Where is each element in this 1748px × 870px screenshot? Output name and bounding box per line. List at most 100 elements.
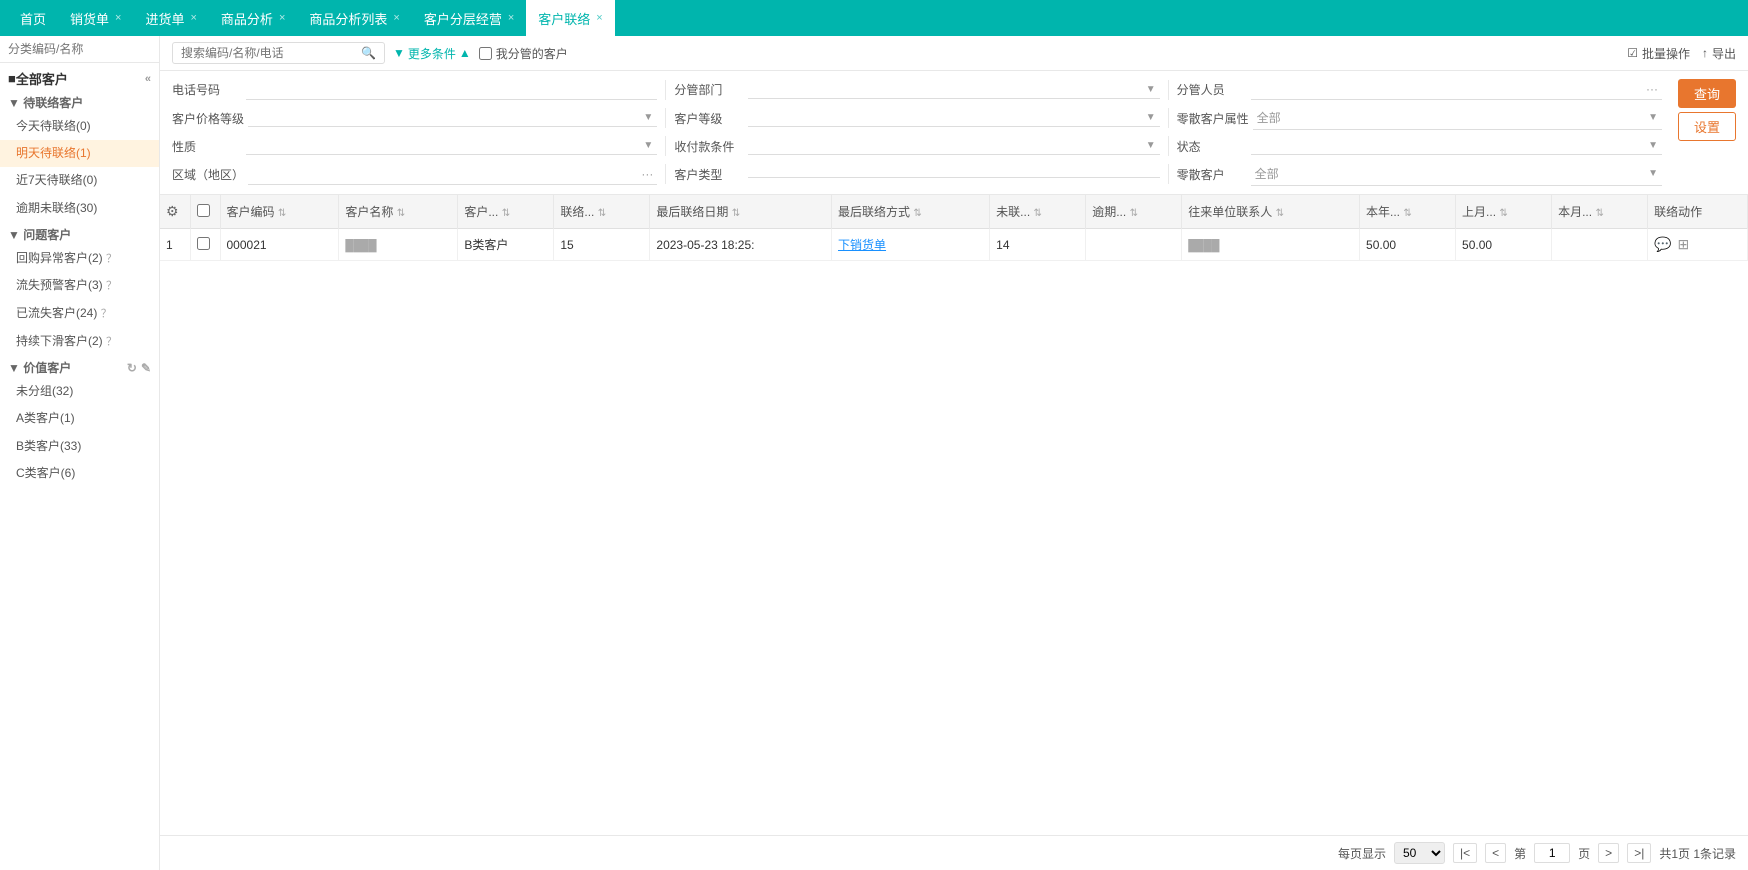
checkbox-icon: ☑ xyxy=(1627,46,1638,60)
page-input[interactable] xyxy=(1534,843,1570,863)
retail-customer-select[interactable]: 全部 ▼ xyxy=(1251,162,1662,186)
sort-icon: ⇅ xyxy=(1130,208,1138,219)
filter-retail-customer: 零散客户 全部 ▼ xyxy=(1177,162,1662,186)
content-area: 🔍 ▼ 更多条件 ▲ 我分管的客户 ☑ 批量操作 ↑ 导出 xyxy=(160,36,1748,870)
select-all-checkbox[interactable] xyxy=(197,204,210,217)
page-size-select[interactable]: 50 100 200 xyxy=(1394,842,1445,864)
nav-purchase[interactable]: 进货单 × xyxy=(133,0,208,36)
last-page-btn[interactable]: >| xyxy=(1627,843,1651,863)
sort-icon: ⇅ xyxy=(1403,208,1411,219)
search-icon[interactable]: 🔍 xyxy=(361,46,376,60)
sidebar-all-customers-label[interactable]: ■ xyxy=(8,71,16,86)
th-this-month[interactable]: 本月... ⇅ xyxy=(1552,195,1648,229)
ellipsis-icon[interactable]: ··· xyxy=(1646,82,1658,96)
status-select[interactable]: ▼ xyxy=(1251,137,1662,155)
th-contact-count[interactable]: 联络... ⇅ xyxy=(554,195,650,229)
close-icon[interactable]: × xyxy=(115,12,121,24)
sidebar-item-7day-pending[interactable]: 近7天待联络(0) xyxy=(0,167,159,194)
sidebar-item-declining[interactable]: 持续下滑客户(2) ？ xyxy=(0,328,159,356)
row-checkbox[interactable] xyxy=(197,237,210,250)
last-contact-link[interactable]: 下销货单 xyxy=(838,238,886,252)
grid-icon[interactable]: ⊞ xyxy=(1678,236,1690,253)
sidebar-item-b-class[interactable]: B类客户(33) xyxy=(0,433,159,460)
my-customers-checkbox[interactable] xyxy=(479,47,492,60)
dept-select[interactable]: ▼ xyxy=(748,81,1159,99)
filter-row-3: 性质 ▼ 收付款条件 ▼ xyxy=(172,136,1662,156)
sidebar-item-churned[interactable]: 已流失客户(24) ？ xyxy=(0,300,159,328)
payment-select[interactable]: ▼ xyxy=(748,137,1159,155)
th-code[interactable]: 客户编码 ⇅ xyxy=(220,195,339,229)
filter-icon: ▼ xyxy=(393,46,405,60)
customer-level-select[interactable]: ▼ xyxy=(748,109,1159,127)
retail-attr-select[interactable]: 全部 ▼ xyxy=(1253,106,1662,130)
region-select[interactable]: ··· xyxy=(248,164,657,185)
th-this-year[interactable]: 本年... ⇅ xyxy=(1360,195,1456,229)
sidebar-problem-section: ▼ 问题客户 xyxy=(0,222,159,245)
sidebar-item-c-class[interactable]: C类客户(6) xyxy=(0,460,159,487)
th-unit-contact[interactable]: 往来单位联系人 ⇅ xyxy=(1182,195,1360,229)
my-customers-checkbox-label[interactable]: 我分管的客户 xyxy=(479,45,568,62)
next-page-btn[interactable]: > xyxy=(1598,843,1619,863)
main-layout: 🔍 ■ 全部客户 « ▼ 待联络客户 今天待联络(0) 明天待联络(1) 近7天… xyxy=(0,36,1748,870)
filter-price-level: 客户价格等级 ▼ xyxy=(172,109,657,127)
td-index: 1 xyxy=(160,229,190,261)
nav-product-analysis[interactable]: 商品分析 × xyxy=(209,0,297,36)
sidebar-item-ungrouped[interactable]: 未分组(32) xyxy=(0,378,159,405)
message-icon[interactable]: 💬 xyxy=(1654,236,1671,253)
sidebar-item-churn-warning[interactable]: 流失预警客户(3) ？ xyxy=(0,272,159,300)
collapse-icon[interactable]: « xyxy=(145,73,151,85)
sidebar-item-a-class[interactable]: A类客户(1) xyxy=(0,405,159,432)
chevron-down-icon: ▼ xyxy=(643,112,653,123)
close-icon[interactable]: × xyxy=(508,12,514,24)
sidebar-item-tomorrow-pending[interactable]: 明天待联络(1) xyxy=(0,140,159,167)
th-customer-type[interactable]: 客户... ⇅ xyxy=(458,195,554,229)
customer-type-select[interactable] xyxy=(748,171,1159,178)
sort-icon: ⇅ xyxy=(913,208,921,219)
prev-page-btn[interactable]: < xyxy=(1485,843,1506,863)
close-icon[interactable]: × xyxy=(596,12,602,24)
nav-home[interactable]: 首页 xyxy=(8,0,58,36)
batch-ops-btn[interactable]: ☑ 批量操作 xyxy=(1627,45,1690,62)
th-last-contact-date[interactable]: 最后联络日期 ⇅ xyxy=(650,195,832,229)
sidebar-item-today-pending[interactable]: 今天待联络(0) xyxy=(0,113,159,140)
close-icon[interactable]: × xyxy=(279,12,285,24)
settings-button[interactable]: 设置 xyxy=(1678,112,1736,141)
nav-product-list[interactable]: 商品分析列表 × xyxy=(297,0,411,36)
th-checkbox xyxy=(190,195,220,229)
manager-select[interactable]: ··· xyxy=(1251,79,1662,100)
close-icon[interactable]: × xyxy=(393,12,399,24)
nav-sales[interactable]: 销货单 × xyxy=(58,0,133,36)
th-uncontact[interactable]: 未联... ⇅ xyxy=(990,195,1086,229)
nature-select[interactable]: ▼ xyxy=(246,137,657,155)
query-button[interactable]: 查询 xyxy=(1678,79,1736,108)
table-container: ⚙ 客户编码 ⇅ 客户名称 ⇅ xyxy=(160,195,1748,835)
th-last-contact-method[interactable]: 最后联络方式 ⇅ xyxy=(832,195,990,229)
sidebar-item-repurchase-anomaly[interactable]: 回购异常客户(2) ？ xyxy=(0,245,159,273)
filter-retail-attr: 零散客户属性 全部 ▼ xyxy=(1177,106,1662,130)
td-code: 000021 xyxy=(220,229,339,261)
th-name[interactable]: 客户名称 ⇅ xyxy=(339,195,458,229)
gear-icon[interactable]: ⚙ xyxy=(166,203,179,219)
price-level-select[interactable]: ▼ xyxy=(248,109,657,127)
arrow-icon: ▼ xyxy=(8,361,20,375)
close-icon[interactable]: × xyxy=(190,12,196,24)
nav-customer-segmentation[interactable]: 客户分层经营 × xyxy=(412,0,526,36)
more-conditions-btn[interactable]: ▼ 更多条件 ▲ xyxy=(393,45,471,62)
refresh-icon[interactable]: ↻ xyxy=(127,361,137,375)
filter-status: 状态 ▼ xyxy=(1177,137,1662,155)
help-icon: ？ xyxy=(106,253,117,265)
th-overdue[interactable]: 逾期... ⇅ xyxy=(1086,195,1182,229)
first-page-btn[interactable]: |< xyxy=(1453,843,1477,863)
sidebar-search-input[interactable] xyxy=(8,42,160,56)
filter-row-4: 区域（地区） ··· 客户类型 xyxy=(172,162,1662,186)
th-last-month[interactable]: 上月... ⇅ xyxy=(1456,195,1552,229)
search-input[interactable] xyxy=(181,46,361,60)
sidebar-item-overdue[interactable]: 逾期未联络(30) xyxy=(0,195,159,222)
td-last-month: 50.00 xyxy=(1456,229,1552,261)
edit-icon[interactable]: ✎ xyxy=(141,361,151,375)
nav-customer-contact[interactable]: 客户联络 × xyxy=(526,0,614,36)
phone-input[interactable] xyxy=(246,79,657,100)
td-this-month xyxy=(1552,229,1648,261)
export-btn[interactable]: ↑ 导出 xyxy=(1702,45,1736,62)
ellipsis-icon[interactable]: ··· xyxy=(641,167,653,181)
